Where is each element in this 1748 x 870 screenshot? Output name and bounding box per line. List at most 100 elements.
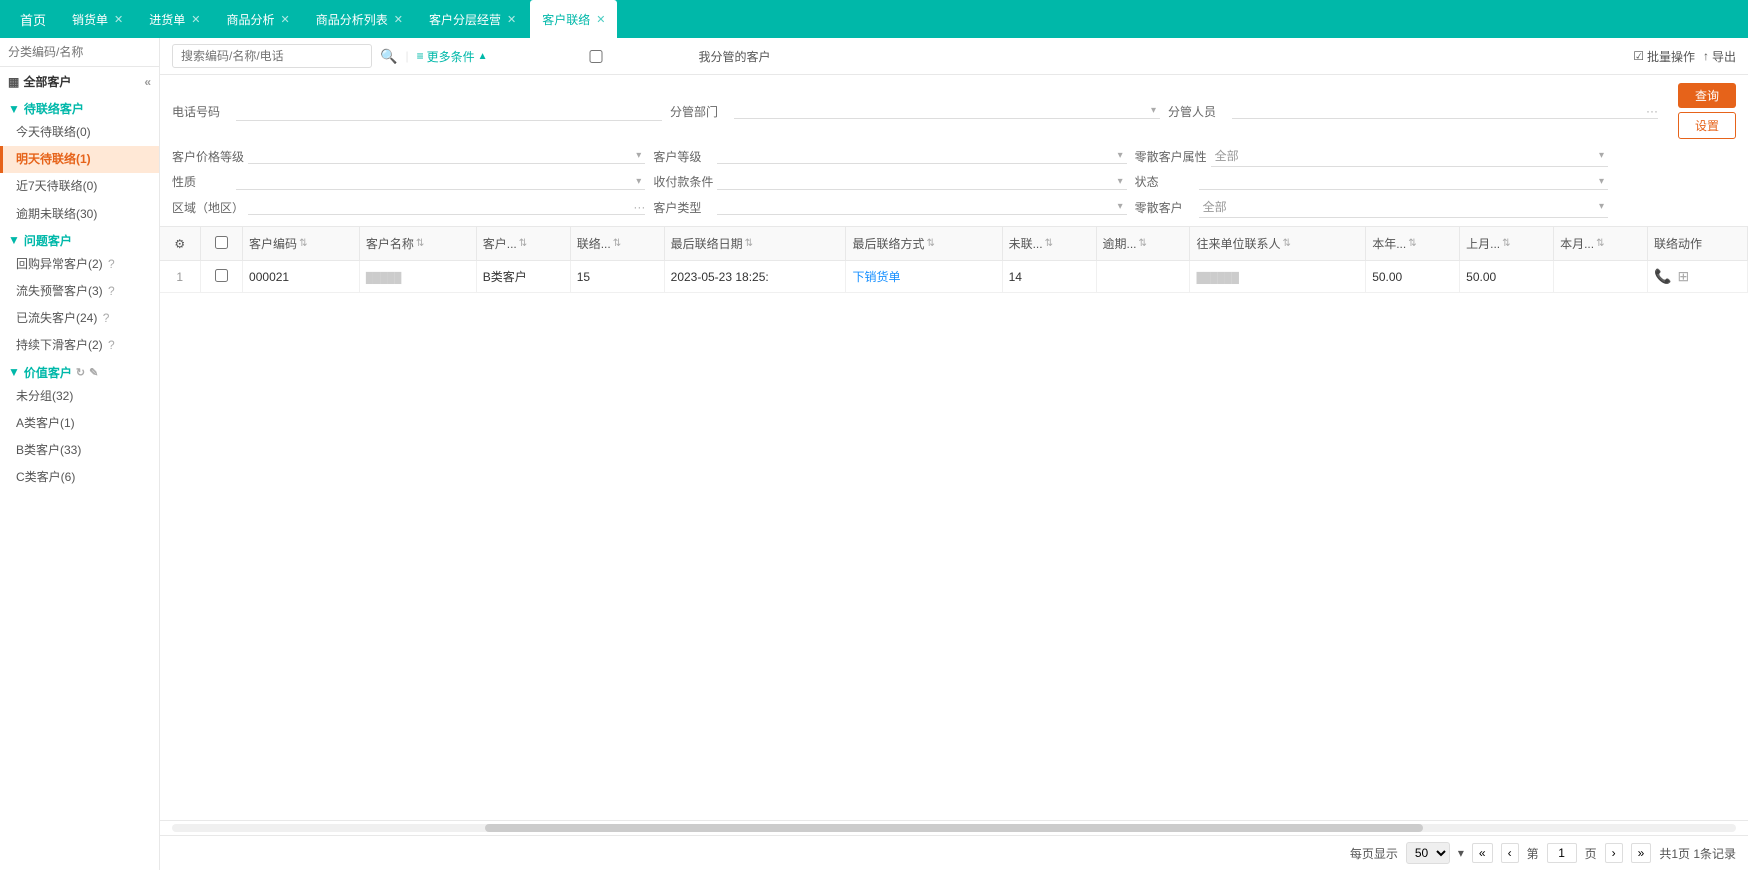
filter-customer-type-select[interactable]: ▾ (717, 199, 1126, 215)
sidebar-item-today[interactable]: 今天待联络(0) (0, 119, 159, 146)
sidebar-item-churned[interactable]: 已流失客户(24) ? (0, 305, 159, 332)
nav-customer-segment[interactable]: 客户分层经营 ✕ (417, 0, 528, 38)
nav-product-analysis-list[interactable]: 商品分析列表 ✕ (304, 0, 415, 38)
th-last-month[interactable]: 上月... ⇅ (1460, 227, 1554, 261)
nav-purchase[interactable]: 进货单 ✕ (137, 0, 212, 38)
my-customers-checkbox-area: 我分管的客户 (496, 48, 771, 65)
next-page-button[interactable]: › (1605, 843, 1623, 863)
th-checkbox[interactable] (200, 227, 243, 261)
contact-method-link[interactable]: 下销货单 (852, 270, 900, 284)
sort-icon-uncontacted: ⇅ (1045, 238, 1053, 249)
per-page-select[interactable]: 50 (1406, 842, 1450, 864)
sidebar-search-input[interactable] (8, 45, 160, 59)
total-records-label: 共1页 1条记录 (1659, 845, 1736, 862)
th-code[interactable]: 客户编码 ⇅ (243, 227, 360, 261)
th-last-contact-date[interactable]: 最后联络日期 ⇅ (664, 227, 846, 261)
close-customer-segment-icon[interactable]: ✕ (507, 13, 516, 26)
help-icon-3[interactable]: ? (103, 311, 110, 325)
th-uncontacted[interactable]: 未联... ⇅ (1002, 227, 1096, 261)
row-checkbox[interactable] (215, 269, 228, 282)
sidebar-item-repurchase-abnormal[interactable]: 回购异常客户(2) ? (0, 251, 159, 278)
scrollbar-track[interactable] (172, 824, 1736, 832)
filter-person-dots[interactable]: ··· (1646, 104, 1658, 118)
chevron-down-icon-dept: ▾ (1151, 105, 1156, 116)
filter-price-level-select[interactable]: ▾ (248, 148, 645, 164)
sidebar-item-continuous-decline[interactable]: 持续下滑客户(2) ? (0, 332, 159, 359)
horizontal-scrollbar[interactable] (160, 820, 1748, 835)
my-customers-checkbox[interactable] (496, 50, 696, 63)
filter-nature-select[interactable]: ▾ (236, 174, 645, 190)
batch-operation-button[interactable]: ☑ 批量操作 (1633, 48, 1695, 65)
export-button[interactable]: ↑ 导出 (1703, 48, 1736, 65)
filter-dept-select[interactable]: ▾ (734, 103, 1160, 119)
cell-checkbox[interactable] (200, 261, 243, 293)
sort-icon-unit: ⇅ (1282, 238, 1290, 249)
sidebar-group-value[interactable]: ▼ 价值客户 ↻ ✎ (0, 360, 159, 383)
help-icon-1[interactable]: ? (108, 257, 115, 271)
grid-action-icon[interactable]: ⊞ (1677, 268, 1689, 285)
sidebar-item-class-b[interactable]: B类客户(33) (0, 437, 159, 464)
th-last-contact-method[interactable]: 最后联络方式 ⇅ (846, 227, 1002, 261)
sidebar-group-pending-contact[interactable]: ▼ 待联络客户 (0, 96, 159, 119)
filter-nature-label: 性质 (172, 173, 232, 190)
th-contact[interactable]: 联络... ⇅ (570, 227, 664, 261)
close-sales-icon[interactable]: ✕ (114, 13, 123, 26)
close-product-analysis-list-icon[interactable]: ✕ (394, 13, 403, 26)
settings-icon[interactable]: ⚙ (174, 237, 185, 251)
prev-page-button[interactable]: ‹ (1501, 843, 1519, 863)
help-icon-2[interactable]: ? (108, 284, 115, 298)
th-settings[interactable]: ⚙ (160, 227, 200, 261)
search-button[interactable]: 🔍 (380, 48, 397, 65)
sidebar-item-ungrouped[interactable]: 未分组(32) (0, 383, 159, 410)
filter-settings-button[interactable]: 设置 (1678, 112, 1736, 139)
scrollbar-thumb[interactable] (485, 824, 1423, 832)
sidebar-item-overdue[interactable]: 逾期未联络(30) (0, 201, 159, 228)
more-filter-button[interactable]: ≡ 更多条件 ▲ (417, 48, 488, 65)
filter-retail-attr: 零散客户属性 全部 ▾ (1135, 145, 1608, 167)
sidebar-item-lost[interactable]: 流失预警客户(3) ? (0, 278, 159, 305)
first-page-button[interactable]: « (1472, 843, 1493, 863)
collapse-icon[interactable]: « (144, 75, 151, 89)
query-button[interactable]: 查询 (1678, 83, 1736, 108)
edit-icon[interactable]: ✎ (89, 366, 98, 379)
filter-region-dots[interactable]: ··· (633, 200, 645, 214)
nav-home[interactable]: 首页 (8, 0, 58, 38)
close-product-analysis-icon[interactable]: ✕ (281, 13, 290, 26)
th-this-year[interactable]: 本年... ⇅ (1366, 227, 1460, 261)
sidebar-item-class-a[interactable]: A类客户(1) (0, 410, 159, 437)
sidebar-item-week7[interactable]: 近7天待联络(0) (0, 173, 159, 200)
filter-retail-customer-select[interactable]: 全部 ▾ (1199, 196, 1608, 218)
page-number-input[interactable] (1547, 843, 1577, 863)
all-customers-header[interactable]: ▦ 全部客户 « (0, 67, 159, 96)
select-all-checkbox[interactable] (215, 236, 228, 249)
nav-customer-contact[interactable]: 客户联络 ✕ (530, 0, 617, 38)
filter-phone-input[interactable] (236, 102, 662, 121)
close-purchase-icon[interactable]: ✕ (191, 13, 200, 26)
filter-retail-attr-select[interactable]: 全部 ▾ (1211, 145, 1608, 167)
nav-product-analysis[interactable]: 商品分析 ✕ (214, 0, 301, 38)
sort-icon-date: ⇅ (745, 238, 753, 249)
refresh-icon[interactable]: ↻ (76, 366, 85, 379)
last-page-button[interactable]: » (1631, 843, 1652, 863)
filter-customer-level-select[interactable]: ▾ (717, 148, 1126, 164)
filter-status-select[interactable]: ▾ (1199, 174, 1608, 190)
help-icon-4[interactable]: ? (108, 338, 115, 352)
th-name[interactable]: 客户名称 ⇅ (359, 227, 476, 261)
cell-last-contact-method[interactable]: 下销货单 (846, 261, 1002, 293)
main-layout: 🔍 ▦ 全部客户 « ▼ 待联络客户 今天待联络(0) 明天待联络(1) 近7天… (0, 38, 1748, 870)
th-unit-contact[interactable]: 往来单位联系人 ⇅ (1190, 227, 1366, 261)
sidebar-group-problem[interactable]: ▼ 问题客户 (0, 228, 159, 251)
sidebar-item-class-c[interactable]: C类客户(6) (0, 464, 159, 491)
nav-sales[interactable]: 销货单 ✕ (60, 0, 135, 38)
th-overdue[interactable]: 逾期... ⇅ (1096, 227, 1190, 261)
th-this-month[interactable]: 本月... ⇅ (1554, 227, 1648, 261)
triangle-icon: ▼ (8, 102, 20, 116)
close-customer-contact-icon[interactable]: ✕ (596, 13, 605, 26)
sidebar-item-tomorrow[interactable]: 明天待联络(1) (0, 146, 159, 173)
search-input[interactable] (172, 44, 372, 68)
table-row: 1 000021 █████ B类客户 15 2023-05-23 18:25:… (160, 261, 1748, 293)
phone-icon[interactable]: 📞 (1654, 268, 1671, 285)
th-type[interactable]: 客户... ⇅ (476, 227, 570, 261)
sort-icon-type: ⇅ (519, 238, 527, 249)
filter-payment-select[interactable]: ▾ (717, 174, 1126, 190)
